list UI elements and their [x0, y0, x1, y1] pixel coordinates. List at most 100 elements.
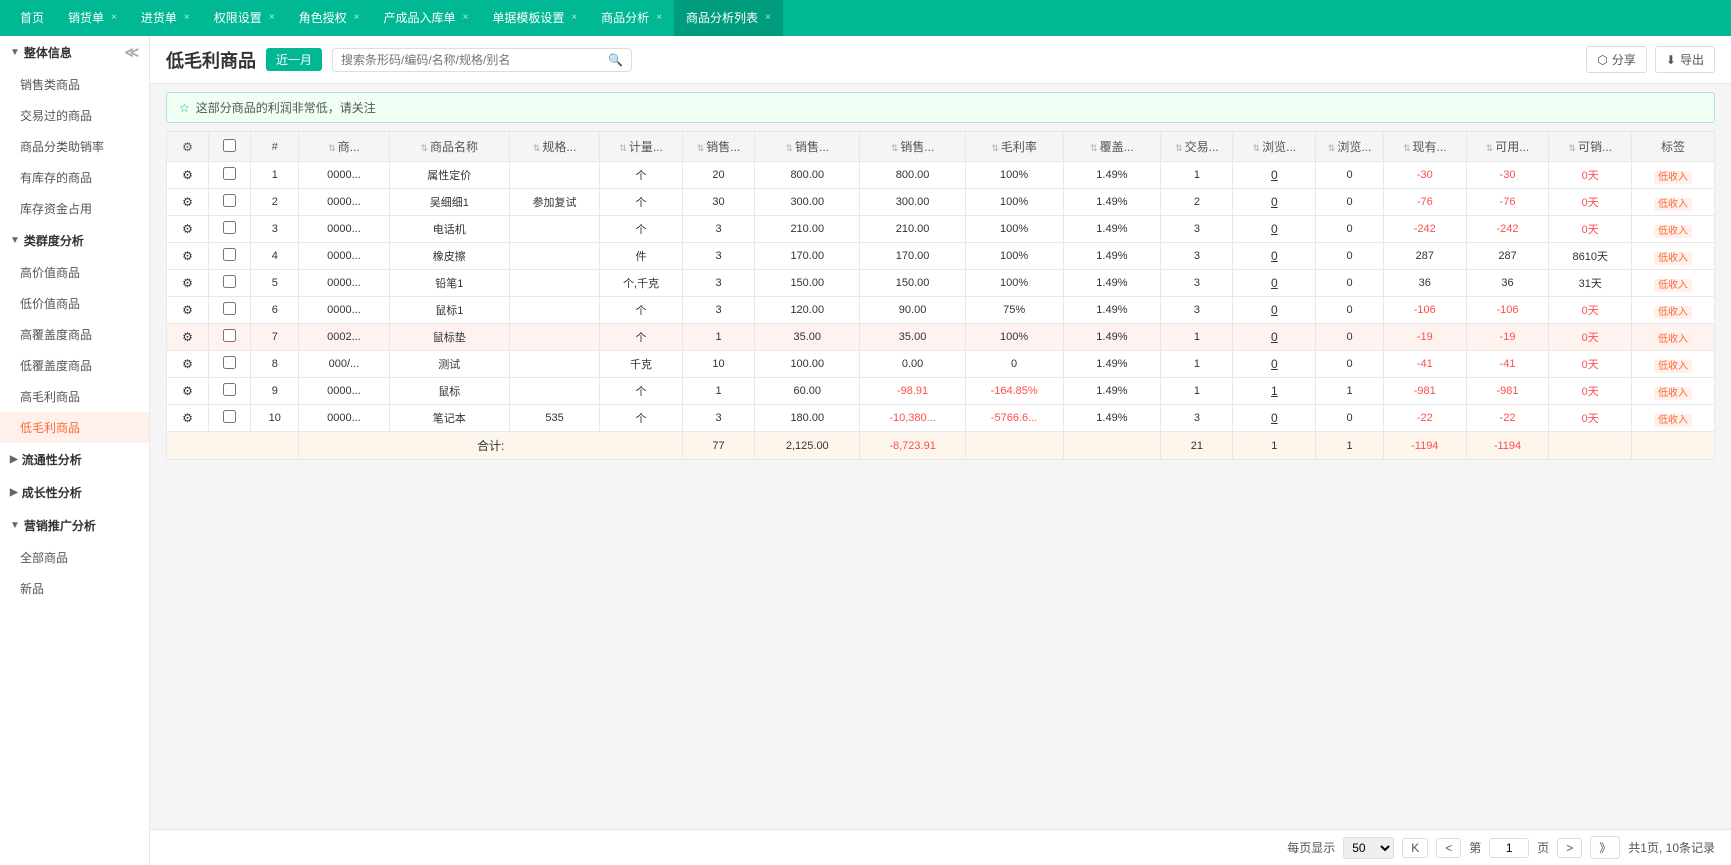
row-view1[interactable]: 0: [1233, 405, 1316, 432]
gross-rate-column-header[interactable]: ⇅毛利率: [965, 132, 1063, 162]
nav-role[interactable]: 角色授权 ×: [287, 0, 372, 36]
sale-qty-column-header[interactable]: ⇅销售...: [682, 132, 754, 162]
tag-column-header[interactable]: 标签: [1632, 132, 1715, 162]
nav-template-close[interactable]: ×: [571, 0, 577, 36]
sale-amount-column-header[interactable]: ⇅销售...: [860, 132, 965, 162]
sidebar: ▼ 整体信息 ≪ 销售类商品 交易过的商品 商品分类助销率 有库存的商品 库存资…: [0, 36, 150, 865]
spec-column-header[interactable]: ⇅规格...: [509, 132, 599, 162]
nav-home[interactable]: 首页: [8, 0, 56, 36]
nav-goods-analysis-list[interactable]: 商品分析列表 ×: [674, 0, 783, 36]
table-container[interactable]: ⚙ # ⇅商... ⇅商品名称 ⇅规格...: [166, 131, 1715, 821]
unit-column-header[interactable]: ⇅计量...: [600, 132, 683, 162]
row-settings[interactable]: ⚙: [167, 297, 209, 324]
sidebar-item-high-coverage[interactable]: 高覆盖度商品: [0, 319, 149, 350]
row-view1[interactable]: 0: [1233, 351, 1316, 378]
row-checkbox[interactable]: [209, 405, 251, 432]
row-view1[interactable]: 0: [1233, 162, 1316, 189]
name-column-header[interactable]: ⇅商品名称: [389, 132, 509, 162]
sidebar-item-new-goods[interactable]: 新品: [0, 573, 149, 604]
sidebar-section-cluster-title[interactable]: ▼ 类群度分析: [0, 224, 149, 257]
row-checkbox[interactable]: [209, 297, 251, 324]
sidebar-section-growth-title[interactable]: ▶ 成长性分析: [0, 476, 149, 509]
nav-product-entry-close[interactable]: ×: [462, 0, 468, 36]
sidebar-item-high-gross[interactable]: 高毛利商品: [0, 381, 149, 412]
nav-goods-analysis[interactable]: 商品分析 ×: [589, 0, 674, 36]
sidebar-item-low-value[interactable]: 低价值商品: [0, 288, 149, 319]
sidebar-item-traded-goods[interactable]: 交易过的商品: [0, 100, 149, 131]
row-settings[interactable]: ⚙: [167, 162, 209, 189]
nav-sales-close[interactable]: ×: [111, 0, 117, 36]
collapse-icon[interactable]: ≪: [124, 44, 139, 61]
row-checkbox[interactable]: [209, 243, 251, 270]
row-settings[interactable]: ⚙: [167, 216, 209, 243]
sidebar-item-all-goods[interactable]: 全部商品: [0, 542, 149, 573]
sidebar-section-marketing-title[interactable]: ▼ 营销推广分析: [0, 509, 149, 542]
nav-goods-analysis-close[interactable]: ×: [656, 0, 662, 36]
code-column-header[interactable]: ⇅商...: [299, 132, 389, 162]
saleable-days-column-header[interactable]: ⇅可销...: [1549, 132, 1632, 162]
settings-column-header[interactable]: ⚙: [167, 132, 209, 162]
nav-role-close[interactable]: ×: [354, 0, 360, 36]
time-filter-button[interactable]: 近一月: [266, 48, 322, 71]
row-view1[interactable]: 0: [1233, 189, 1316, 216]
nav-sales[interactable]: 销货单 ×: [56, 0, 129, 36]
prev-page-button[interactable]: <: [1436, 838, 1461, 858]
view1-column-header[interactable]: ⇅浏览...: [1233, 132, 1316, 162]
row-view1[interactable]: 0: [1233, 243, 1316, 270]
row-view1[interactable]: 0: [1233, 270, 1316, 297]
settings-icon[interactable]: ⚙: [182, 140, 193, 154]
checkbox-column-header[interactable]: [209, 132, 251, 162]
sidebar-section-overview-title[interactable]: ▼ 整体信息 ≪: [0, 36, 149, 69]
share-button[interactable]: ⬡ 分享: [1586, 46, 1647, 73]
select-all-checkbox[interactable]: [223, 139, 236, 152]
sidebar-item-high-value[interactable]: 高价值商品: [0, 257, 149, 288]
trade-column-header[interactable]: ⇅交易...: [1161, 132, 1233, 162]
current-stock-column-header[interactable]: ⇅现有...: [1383, 132, 1466, 162]
nav-permission-close[interactable]: ×: [269, 0, 275, 36]
row-settings[interactable]: ⚙: [167, 189, 209, 216]
row-checkbox[interactable]: [209, 270, 251, 297]
row-view1[interactable]: 0: [1233, 324, 1316, 351]
row-view1[interactable]: 0: [1233, 216, 1316, 243]
nav-purchase[interactable]: 进货单 ×: [129, 0, 202, 36]
first-page-button[interactable]: K: [1402, 838, 1428, 858]
search-icon[interactable]: 🔍: [608, 53, 623, 67]
avail-stock-column-header[interactable]: ⇅可用...: [1466, 132, 1549, 162]
view2-column-header[interactable]: ⇅浏览...: [1316, 132, 1384, 162]
row-settings[interactable]: ⚙: [167, 378, 209, 405]
page-size-select[interactable]: 50 100 200: [1343, 837, 1394, 859]
search-input[interactable]: [341, 53, 608, 67]
sidebar-item-category-rate[interactable]: 商品分类助销率: [0, 131, 149, 162]
nav-product-entry[interactable]: 产成品入库单 ×: [371, 0, 480, 36]
row-gross-rate: 100%: [965, 270, 1063, 297]
row-checkbox[interactable]: [209, 162, 251, 189]
row-settings[interactable]: ⚙: [167, 324, 209, 351]
row-checkbox[interactable]: [209, 351, 251, 378]
nav-permission[interactable]: 权限设置 ×: [202, 0, 287, 36]
cover-rate-column-header[interactable]: ⇅覆盖...: [1063, 132, 1161, 162]
sidebar-item-low-coverage[interactable]: 低覆盖度商品: [0, 350, 149, 381]
sale-price-column-header[interactable]: ⇅销售...: [755, 132, 860, 162]
row-view1[interactable]: 0: [1233, 297, 1316, 324]
sidebar-item-stock-goods[interactable]: 有库存的商品: [0, 162, 149, 193]
sidebar-item-stock-capital[interactable]: 库存资金占用: [0, 193, 149, 224]
nav-template[interactable]: 单据模板设置 ×: [480, 0, 589, 36]
row-settings[interactable]: ⚙: [167, 243, 209, 270]
nav-purchase-close[interactable]: ×: [184, 0, 190, 36]
sidebar-section-circulation-title[interactable]: ▶ 流通性分析: [0, 443, 149, 476]
page-number-input[interactable]: [1489, 838, 1529, 858]
sidebar-item-low-gross[interactable]: 低毛利商品: [0, 412, 149, 443]
export-button[interactable]: ⬇ 导出: [1655, 46, 1715, 73]
row-checkbox[interactable]: [209, 216, 251, 243]
row-settings[interactable]: ⚙: [167, 351, 209, 378]
row-settings[interactable]: ⚙: [167, 270, 209, 297]
next-page-button[interactable]: >: [1557, 838, 1582, 858]
last-page-button[interactable]: 》: [1590, 836, 1620, 859]
row-settings[interactable]: ⚙: [167, 405, 209, 432]
row-checkbox[interactable]: [209, 189, 251, 216]
row-checkbox[interactable]: [209, 378, 251, 405]
row-checkbox[interactable]: [209, 324, 251, 351]
nav-goods-analysis-list-close[interactable]: ×: [765, 0, 771, 36]
row-view1[interactable]: 1: [1233, 378, 1316, 405]
sidebar-item-sales-goods[interactable]: 销售类商品: [0, 69, 149, 100]
